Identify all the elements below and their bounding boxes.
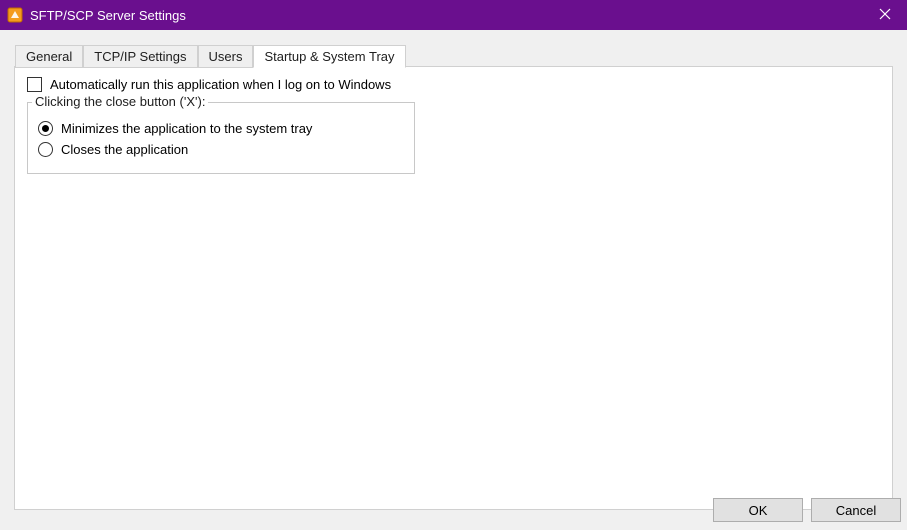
app-icon [6,6,24,24]
tab-panel: General TCP/IP Settings Users Startup & … [14,66,893,510]
radio-close-row[interactable]: Closes the application [38,142,404,157]
tab-strip: General TCP/IP Settings Users Startup & … [15,45,406,68]
radio-minimize[interactable] [38,121,53,136]
tab-label: Startup & System Tray [264,49,394,64]
tab-label: TCP/IP Settings [94,49,186,64]
close-icon [879,8,891,23]
tab-startup[interactable]: Startup & System Tray [253,45,405,68]
tab-label: General [26,49,72,64]
autorun-checkbox[interactable] [27,77,42,92]
groupbox-legend: Clicking the close button ('X'): [32,94,208,109]
titlebar: SFTP/SCP Server Settings [0,0,907,30]
radio-dot-icon [42,125,49,132]
autorun-row[interactable]: Automatically run this application when … [27,77,880,92]
tab-body: Automatically run this application when … [15,67,892,184]
tab-general[interactable]: General [15,45,83,68]
tab-label: Users [209,49,243,64]
tab-users[interactable]: Users [198,45,254,68]
radio-minimize-row[interactable]: Minimizes the application to the system … [38,121,404,136]
ok-button[interactable]: OK [713,498,803,522]
window-title: SFTP/SCP Server Settings [30,8,186,23]
tab-tcpip[interactable]: TCP/IP Settings [83,45,197,68]
radio-minimize-label: Minimizes the application to the system … [61,121,312,136]
radio-close[interactable] [38,142,53,157]
button-label: OK [749,503,768,518]
cancel-button[interactable]: Cancel [811,498,901,522]
content-area: General TCP/IP Settings Users Startup & … [0,30,907,530]
close-behavior-group: Clicking the close button ('X'): Minimiz… [27,102,415,174]
dialog-footer: OK Cancel [713,490,907,530]
window-close-button[interactable] [862,0,907,30]
button-label: Cancel [836,503,876,518]
autorun-label: Automatically run this application when … [50,77,391,92]
radio-close-label: Closes the application [61,142,188,157]
